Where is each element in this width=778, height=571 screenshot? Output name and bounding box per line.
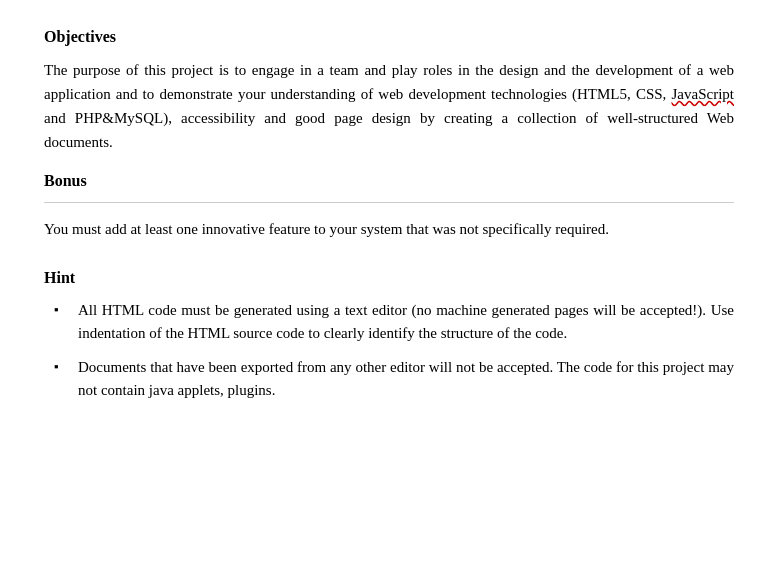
hint-item-2-text: Documents that have been exported from a… bbox=[78, 356, 734, 403]
list-item: ▪ All HTML code must be generated using … bbox=[54, 299, 734, 346]
list-item: ▪ Documents that have been exported from… bbox=[54, 356, 734, 403]
objectives-title: Objectives bbox=[44, 28, 734, 46]
hint-section: Hint ▪ All HTML code must be generated u… bbox=[44, 269, 734, 402]
bonus-title: Bonus bbox=[44, 172, 734, 190]
hint-list: ▪ All HTML code must be generated using … bbox=[44, 299, 734, 402]
bonus-divider bbox=[44, 202, 734, 203]
bullet-icon: ▪ bbox=[54, 357, 72, 377]
objectives-section: Objectives The purpose of this project i… bbox=[44, 28, 734, 154]
bonus-paragraph: You must add at least one innovative fea… bbox=[44, 217, 734, 241]
hint-title: Hint bbox=[44, 269, 734, 287]
objectives-paragraph: The purpose of this project is to engage… bbox=[44, 58, 734, 154]
bullet-icon: ▪ bbox=[54, 300, 72, 320]
hint-item-1-text: All HTML code must be generated using a … bbox=[78, 299, 734, 346]
bonus-section: Bonus You must add at least one innovati… bbox=[44, 172, 734, 241]
javascript-text: JavaScript bbox=[672, 86, 734, 102]
